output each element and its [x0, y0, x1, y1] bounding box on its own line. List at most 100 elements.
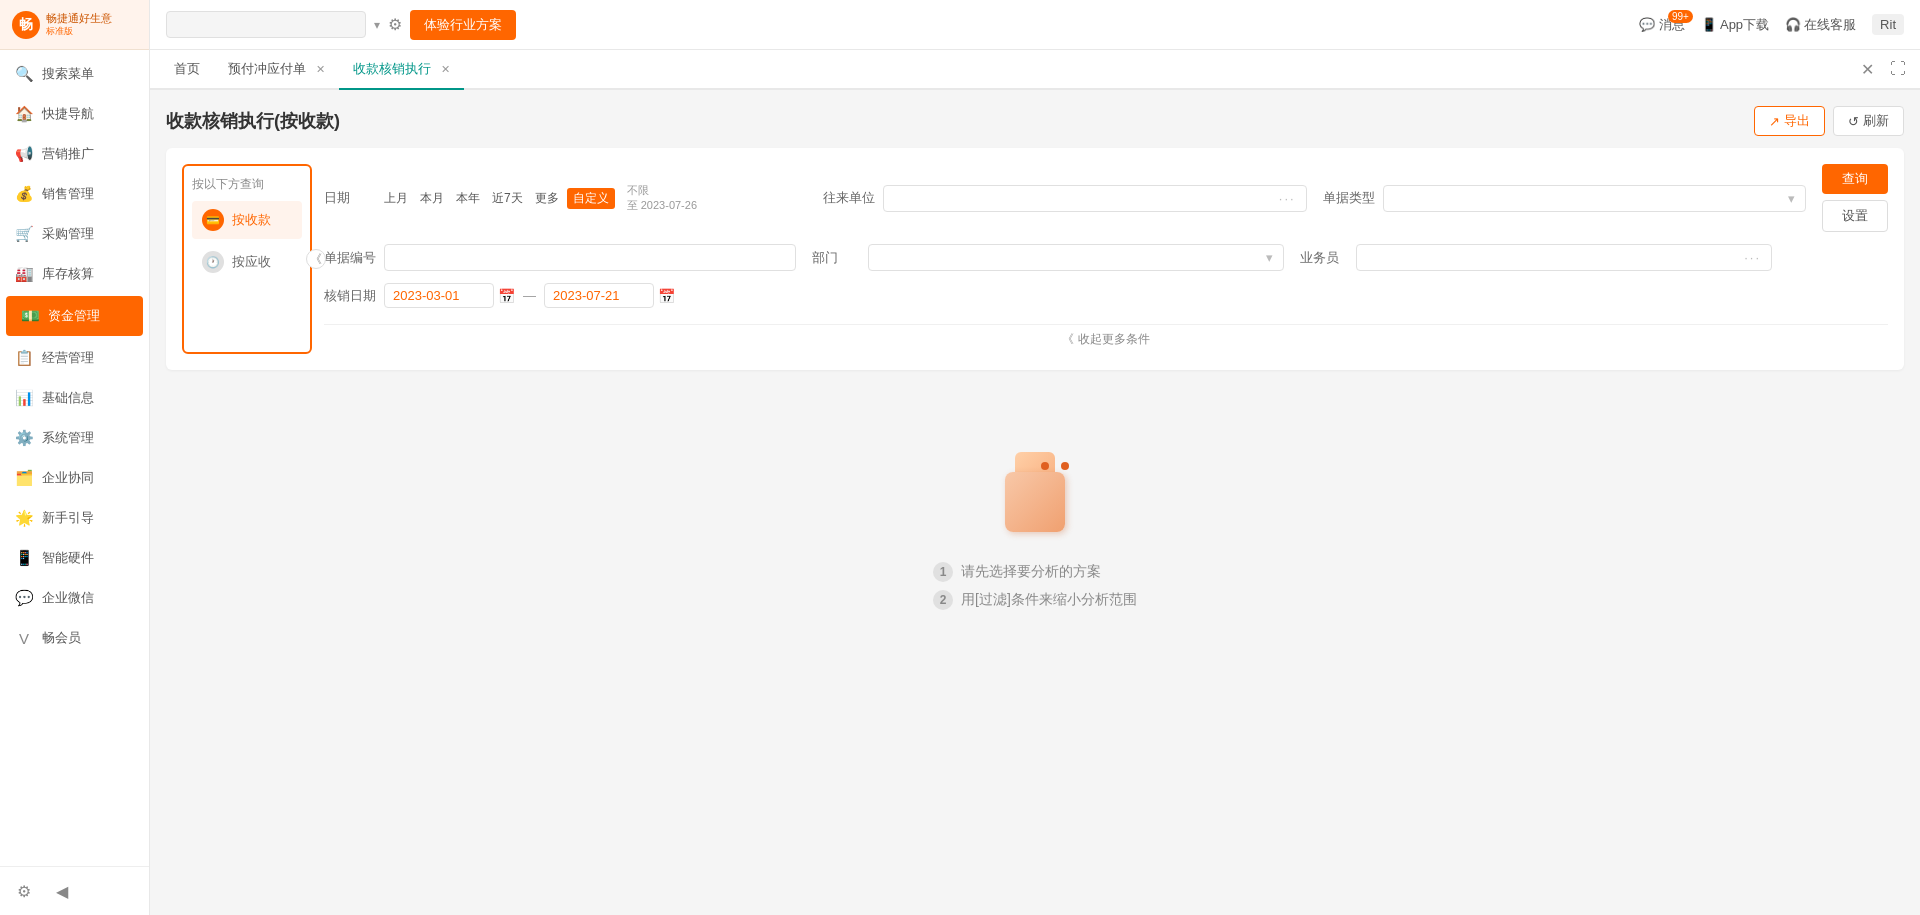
sidebar-icon-13: 💬	[14, 588, 34, 608]
page-content: 收款核销执行(按收款) ↗ 导出 ↺ 刷新 按以下方查询 💳	[150, 90, 1920, 915]
date-last-month-button[interactable]: 上月	[380, 188, 412, 209]
header-right: 💬 消息 99+ 📱 App下载 🎧 在线客服 Rit	[1639, 14, 1904, 35]
dept-filter-group: 部门 ▾	[812, 244, 1284, 271]
app-download-button[interactable]: 📱 App下载	[1701, 16, 1769, 34]
top-header: ▾ ⚙ 体验行业方案 💬 消息 99+ 📱 App下载 🎧 在线客服 Rit	[150, 0, 1920, 50]
collapse-query-panel-button[interactable]: 《	[306, 249, 326, 269]
message-button[interactable]: 💬 消息 99+	[1639, 16, 1685, 34]
date-label: 日期	[324, 189, 372, 207]
verify-date-filter-group: 核销日期 📅 — 📅	[324, 283, 1888, 308]
partner-ellipsis: ···	[1279, 191, 1296, 206]
date-7days-button[interactable]: 近7天	[488, 188, 527, 209]
more-conditions-toggle[interactable]: 《 收起更多条件	[324, 324, 1888, 354]
sidebar-item-新手引导[interactable]: 🌟新手引导	[0, 498, 149, 538]
doc-type-label: 单据类型	[1323, 189, 1375, 207]
tab-首页[interactable]: 首页	[160, 50, 214, 90]
verify-date-start-group: 📅	[384, 283, 515, 308]
sidebar-icon-1: 🏠	[14, 104, 34, 124]
online-service-button[interactable]: 🎧 在线客服	[1785, 16, 1856, 34]
filter-fields: 日期 上月 本月 本年 近7天 更多 自定义 不限至 2023-07-26	[324, 164, 1888, 354]
sidebar-icon-10: 🗂️	[14, 468, 34, 488]
sidebar-item-畅会员[interactable]: V畅会员	[0, 618, 149, 658]
sidebar-item-营销推广[interactable]: 📢营销推广	[0, 134, 149, 174]
service-icon: 🎧	[1785, 17, 1801, 32]
verify-date-start-calendar-icon[interactable]: 📅	[498, 288, 515, 304]
sidebar-item-智能硬件[interactable]: 📱智能硬件	[0, 538, 149, 578]
sidebar-item-搜索菜单[interactable]: 🔍搜索菜单	[0, 54, 149, 94]
date-more-button[interactable]: 更多	[531, 188, 563, 209]
voucher-no-label: 单据编号	[324, 249, 376, 267]
close-window-button[interactable]: ✕	[1857, 60, 1878, 79]
sidebar-item-基础信息[interactable]: 📊基础信息	[0, 378, 149, 418]
window-buttons: ✕ ⛶	[1857, 60, 1910, 79]
export-icon: ↗	[1769, 114, 1780, 129]
refresh-button[interactable]: ↺ 刷新	[1833, 106, 1904, 136]
industry-solution-button[interactable]: 体验行业方案	[410, 10, 516, 40]
date-custom-button[interactable]: 自定义	[567, 188, 615, 209]
voucher-no-input[interactable]	[384, 244, 796, 271]
message-icon: 💬	[1639, 17, 1655, 32]
sidebar-item-采购管理[interactable]: 🛒采购管理	[0, 214, 149, 254]
sidebar-icon-11: 🌟	[14, 508, 34, 528]
tab-close-预付冲应付单[interactable]: ✕	[316, 63, 325, 76]
refresh-icon: ↺	[1848, 114, 1859, 129]
query-btn-group: 查询 设置	[1822, 164, 1888, 232]
sidebar-icon-14: V	[14, 628, 34, 648]
tab-预付冲应付单[interactable]: 预付冲应付单✕	[214, 50, 339, 90]
receivable-icon: 🕐	[202, 251, 224, 273]
sidebar-item-经营管理[interactable]: 📋经营管理	[0, 338, 149, 378]
export-button[interactable]: ↗ 导出	[1754, 106, 1825, 136]
staff-select[interactable]: ···	[1356, 244, 1772, 271]
setting-button[interactable]: 设置	[1822, 200, 1888, 232]
sidebar-item-销售管理[interactable]: 💰销售管理	[0, 174, 149, 214]
query-option-by-receipt[interactable]: 💳 按收款	[192, 201, 302, 239]
maximize-window-button[interactable]: ⛶	[1886, 60, 1910, 79]
sidebar-item-企业协同[interactable]: 🗂️企业协同	[0, 458, 149, 498]
date-separator: —	[523, 288, 536, 303]
dept-chevron-icon: ▾	[1266, 250, 1273, 265]
robot-illustration	[995, 452, 1075, 532]
query-option-by-receivable[interactable]: 🕐 按应收	[192, 243, 302, 281]
empty-state: 1 请先选择要分析的方案 2 用[过滤]条件来缩小分析范围	[166, 382, 1904, 670]
query-button[interactable]: 查询	[1822, 164, 1888, 194]
message-badge: 99+	[1668, 10, 1693, 23]
settings-icon[interactable]: ⚙	[10, 877, 38, 905]
sidebar-item-库存核算[interactable]: 🏭库存核算	[0, 254, 149, 294]
sidebar-icon-6: 💵	[20, 306, 40, 326]
app-name: 畅捷通好生意	[46, 11, 112, 25]
user-avatar[interactable]: Rit	[1872, 14, 1904, 35]
sidebar-item-系统管理[interactable]: ⚙️系统管理	[0, 418, 149, 458]
doc-type-chevron-icon: ▾	[1788, 191, 1795, 206]
sidebar-logo: 畅 畅捷通好生意 标准版	[0, 0, 149, 50]
dept-select[interactable]: ▾	[868, 244, 1284, 271]
sidebar-item-资金管理[interactable]: 💵资金管理	[6, 296, 143, 336]
header-chevron-icon[interactable]: ▾	[374, 18, 380, 32]
header-gear-icon[interactable]: ⚙	[388, 15, 402, 34]
empty-tip-2: 2 用[过滤]条件来缩小分析范围	[933, 590, 1137, 610]
date-this-year-button[interactable]: 本年	[452, 188, 484, 209]
collapse-sidebar-button[interactable]: ◀	[48, 877, 76, 905]
collapse-icon: 《	[1062, 331, 1074, 348]
empty-illustration	[975, 442, 1095, 542]
filter-row-3: 核销日期 📅 — 📅	[324, 283, 1888, 308]
tab-close-收款核销执行[interactable]: ✕	[441, 63, 450, 76]
page-actions: ↗ 导出 ↺ 刷新	[1754, 106, 1904, 136]
date-this-month-button[interactable]: 本月	[416, 188, 448, 209]
voucher-no-filter-group: 单据编号	[324, 244, 796, 271]
sidebar-item-快捷导航[interactable]: 🏠快捷导航	[0, 94, 149, 134]
partner-filter-group: 往来单位 ···	[823, 185, 1306, 212]
tab-收款核销执行[interactable]: 收款核销执行✕	[339, 50, 464, 90]
header-search-box[interactable]	[166, 11, 366, 38]
dept-label: 部门	[812, 249, 860, 267]
sidebar-item-企业微信[interactable]: 💬企业微信	[0, 578, 149, 618]
verify-date-start-input[interactable]	[384, 283, 494, 308]
sidebar-icon-4: 🛒	[14, 224, 34, 244]
verify-date-end-calendar-icon[interactable]: 📅	[658, 288, 675, 304]
date-filter-group: 日期 上月 本月 本年 近7天 更多 自定义 不限至 2023-07-26	[324, 183, 807, 213]
doc-type-select[interactable]: ▾	[1383, 185, 1806, 212]
sidebar-icon-8: 📊	[14, 388, 34, 408]
verify-date-end-input[interactable]	[544, 283, 654, 308]
partner-select[interactable]: ···	[883, 185, 1306, 212]
staff-label: 业务员	[1300, 249, 1348, 267]
date-quick-buttons: 上月 本月 本年 近7天 更多 自定义	[380, 188, 615, 209]
